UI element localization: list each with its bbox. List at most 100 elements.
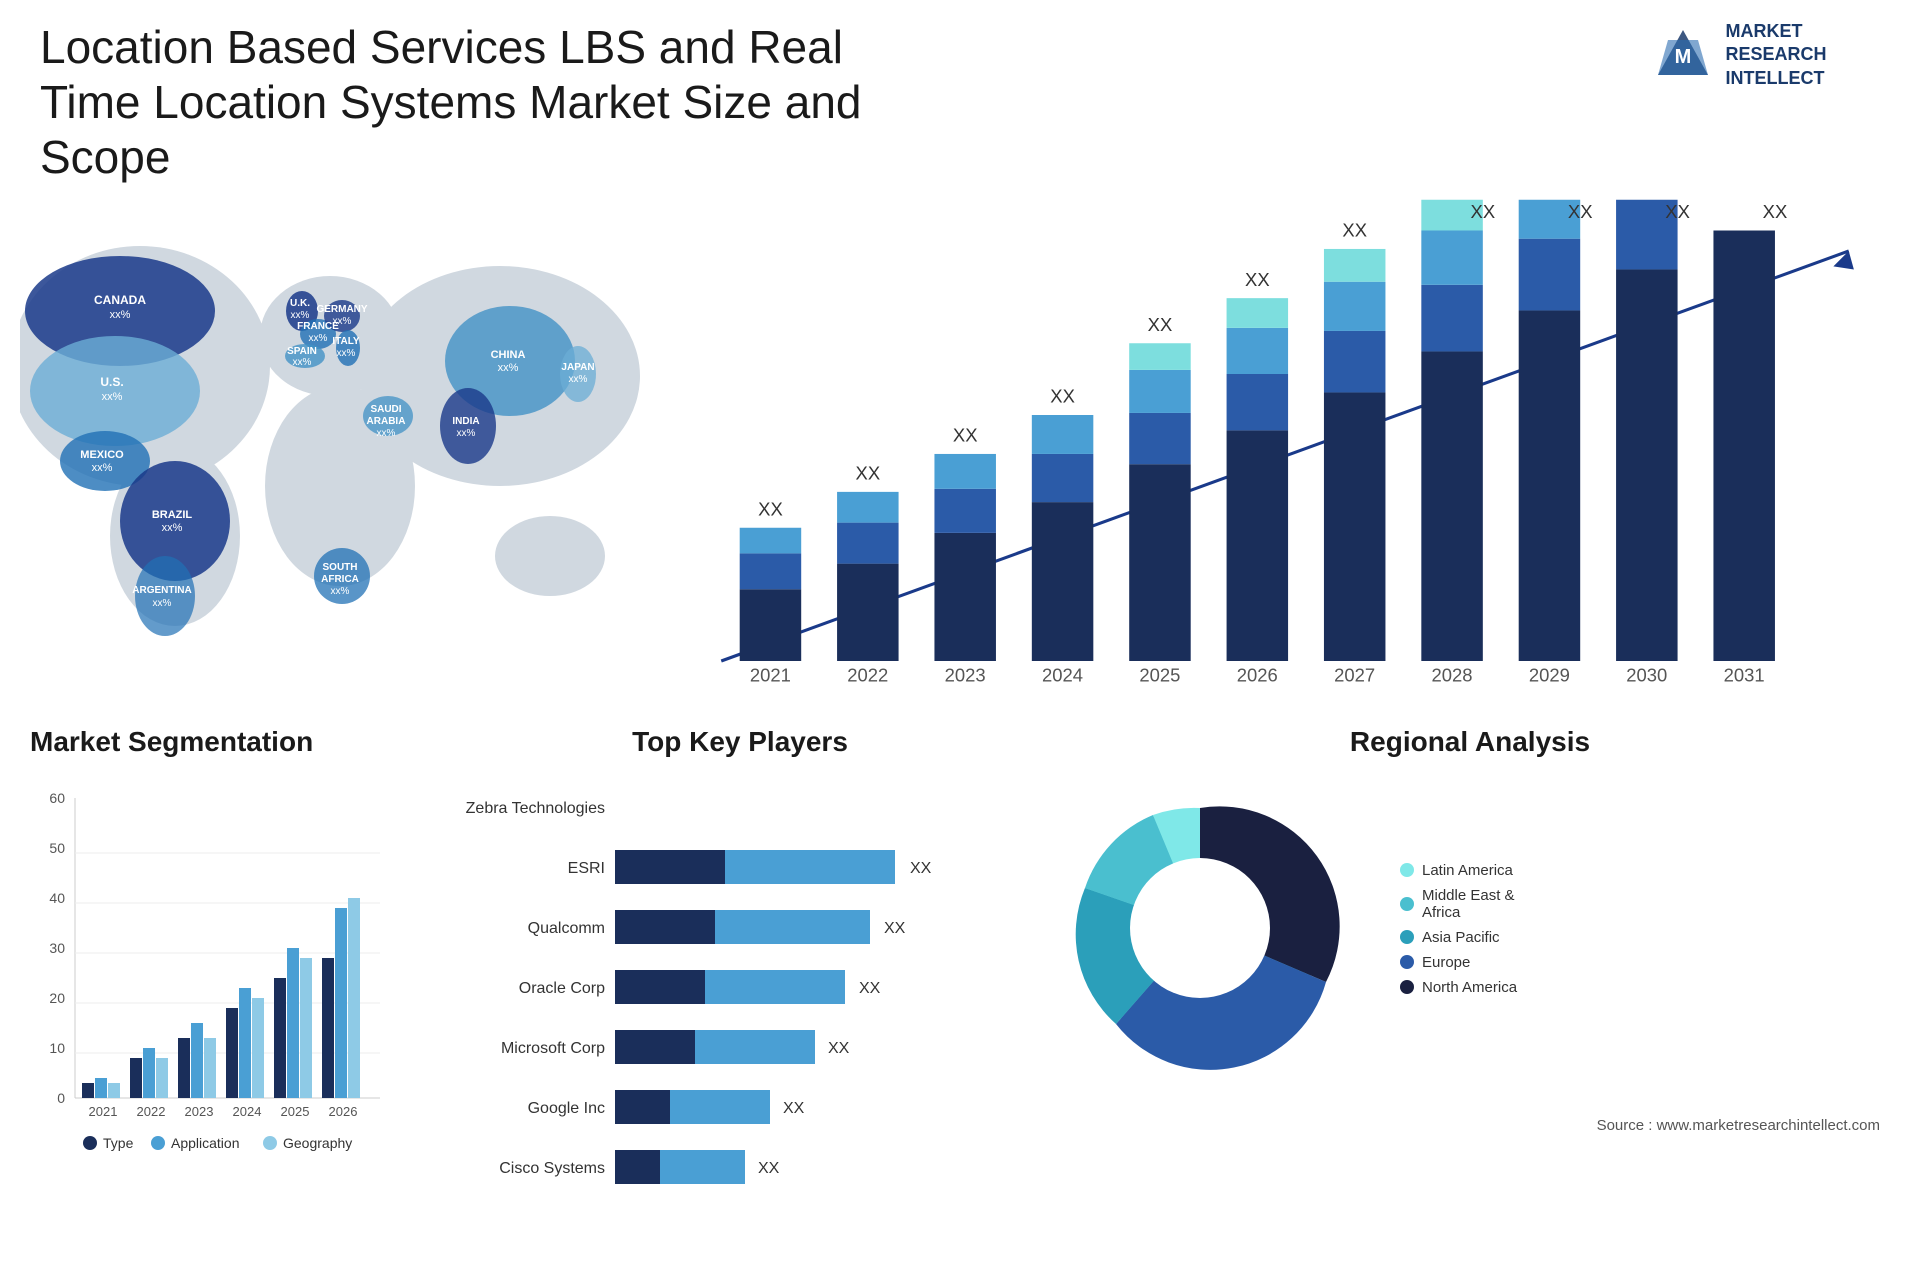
svg-text:60: 60 (49, 790, 65, 806)
segmentation-title: Market Segmentation (20, 726, 440, 758)
north-america-label: North America (1422, 979, 1517, 996)
legend-latin-america: Latin America (1400, 862, 1517, 879)
svg-text:xx%: xx% (110, 309, 131, 321)
svg-text:CHINA: CHINA (491, 349, 526, 361)
europe-label: Europe (1422, 954, 1470, 971)
svg-text:M: M (1675, 46, 1692, 68)
growth-bar-chart: XX 2021 XX 2022 XX 2023 XX 2024 (670, 196, 1900, 716)
logo-text: MARKETRESEARCHINTELLECT (1725, 20, 1826, 90)
svg-text:XX: XX (884, 920, 906, 937)
segmentation-chart: 0 10 20 30 40 50 60 2021 (20, 768, 400, 1188)
svg-text:2030: 2030 (1626, 664, 1667, 685)
asia-pacific-color (1400, 930, 1414, 944)
svg-text:XX: XX (1665, 201, 1690, 222)
svg-text:Geography: Geography (283, 1135, 352, 1151)
svg-text:GERMANY: GERMANY (316, 304, 367, 315)
svg-text:30: 30 (49, 940, 65, 956)
source-line: Source : www.marketresearchintellect.com (1597, 1117, 1880, 1134)
svg-text:2022: 2022 (847, 664, 888, 685)
svg-text:2022: 2022 (137, 1104, 166, 1119)
svg-text:XX: XX (856, 462, 881, 483)
svg-text:xx%: xx% (153, 598, 172, 609)
svg-text:XX: XX (859, 980, 881, 997)
svg-text:ITALY: ITALY (332, 336, 360, 347)
svg-text:XX: XX (758, 1160, 780, 1177)
middle-east-color (1400, 897, 1414, 911)
asia-pacific-label: Asia Pacific (1422, 929, 1500, 946)
svg-text:2025: 2025 (1139, 664, 1180, 685)
page-title: Location Based Services LBS and Real Tim… (40, 20, 940, 186)
svg-text:XX: XX (1568, 201, 1593, 222)
svg-text:MEXICO: MEXICO (80, 449, 124, 461)
key-players-title: Top Key Players (460, 726, 1020, 758)
svg-text:XX: XX (783, 1100, 805, 1117)
map-section: CANADA xx% U.S. xx% MEXICO xx% BRAZIL xx… (20, 196, 640, 716)
svg-text:2028: 2028 (1432, 664, 1473, 685)
svg-text:Cisco Systems: Cisco Systems (499, 1160, 605, 1177)
svg-text:ESRI: ESRI (568, 860, 605, 877)
svg-text:xx%: xx% (457, 428, 476, 439)
svg-text:ARABIA: ARABIA (367, 416, 406, 427)
svg-text:xx%: xx% (377, 428, 396, 439)
svg-text:10: 10 (49, 1040, 65, 1056)
svg-text:XX: XX (953, 424, 978, 445)
svg-text:XX: XX (758, 498, 783, 519)
svg-text:2029: 2029 (1529, 664, 1570, 685)
logo-icon: M (1653, 25, 1713, 85)
legend-north-america: North America (1400, 979, 1517, 996)
middle-east-label: Middle East &Africa (1422, 887, 1515, 921)
svg-text:2023: 2023 (185, 1104, 214, 1119)
svg-text:Application: Application (171, 1135, 240, 1151)
svg-text:2023: 2023 (945, 664, 986, 685)
content-area: CANADA xx% U.S. xx% MEXICO xx% BRAZIL xx… (0, 196, 1920, 716)
svg-text:XX: XX (1471, 201, 1496, 222)
svg-text:xx%: xx% (337, 348, 356, 359)
svg-text:SOUTH: SOUTH (323, 562, 358, 573)
legend-asia-pacific: Asia Pacific (1400, 929, 1517, 946)
svg-text:Microsoft Corp: Microsoft Corp (501, 1040, 605, 1057)
world-map: CANADA xx% U.S. xx% MEXICO xx% BRAZIL xx… (20, 196, 640, 676)
latin-america-color (1400, 863, 1414, 877)
regional-section: Regional Analysis (1020, 726, 1900, 1276)
chart-section: XX 2021 XX 2022 XX 2023 XX 2024 (640, 196, 1900, 716)
logo-box: M MARKETRESEARCHINTELLECT (1653, 20, 1826, 90)
svg-text:XX: XX (1148, 314, 1173, 335)
svg-text:AFRICA: AFRICA (321, 574, 359, 585)
svg-text:CANADA: CANADA (94, 293, 146, 307)
logo-area: M MARKETRESEARCHINTELLECT (1600, 20, 1880, 90)
north-america-color (1400, 980, 1414, 994)
header: Location Based Services LBS and Real Tim… (0, 0, 1920, 196)
svg-text:XX: XX (1763, 201, 1788, 222)
svg-text:xx%: xx% (333, 316, 352, 327)
legend-middle-east: Middle East &Africa (1400, 887, 1517, 921)
svg-text:2021: 2021 (89, 1104, 118, 1119)
svg-text:xx%: xx% (331, 586, 350, 597)
svg-text:XX: XX (1342, 219, 1367, 240)
legend-europe: Europe (1400, 954, 1517, 971)
svg-text:2021: 2021 (750, 664, 791, 685)
svg-text:20: 20 (49, 990, 65, 1006)
svg-text:BRAZIL: BRAZIL (152, 509, 193, 521)
svg-text:2024: 2024 (233, 1104, 262, 1119)
svg-text:ARGENTINA: ARGENTINA (132, 585, 191, 596)
svg-text:Zebra Technologies: Zebra Technologies (466, 800, 605, 817)
svg-text:xx%: xx% (92, 462, 113, 474)
svg-text:SAUDI: SAUDI (370, 404, 401, 415)
svg-text:2026: 2026 (329, 1104, 358, 1119)
svg-text:xx%: xx% (309, 333, 328, 344)
svg-text:INDIA: INDIA (452, 416, 479, 427)
svg-text:XX: XX (828, 1040, 850, 1057)
regional-title: Regional Analysis (1040, 726, 1900, 758)
svg-text:xx%: xx% (498, 362, 519, 374)
svg-text:Qualcomm: Qualcomm (528, 920, 605, 937)
svg-text:xx%: xx% (162, 522, 183, 534)
bottom-area: Market Segmentation 0 10 20 30 40 50 60 (0, 716, 1920, 1276)
key-players-section: Top Key Players Zebra Technologies ESRI … (440, 726, 1020, 1276)
svg-text:0: 0 (57, 1090, 65, 1106)
svg-text:XX: XX (1245, 268, 1270, 289)
svg-text:2024: 2024 (1042, 664, 1083, 685)
svg-text:2031: 2031 (1724, 664, 1765, 685)
svg-text:xx%: xx% (102, 391, 123, 403)
svg-text:XX: XX (910, 860, 932, 877)
svg-text:SPAIN: SPAIN (287, 346, 317, 357)
